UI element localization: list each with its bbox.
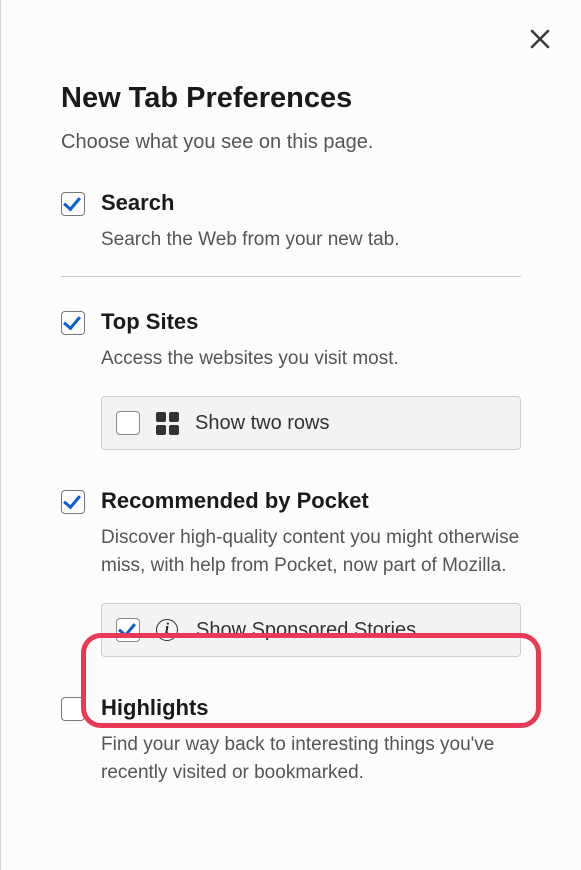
top-sites-rows-option[interactable]: Show two rows bbox=[101, 396, 521, 450]
info-icon[interactable]: i bbox=[156, 619, 178, 641]
preferences-panel: New Tab Preferences Choose what you see … bbox=[0, 0, 581, 870]
sponsored-stories-checkbox[interactable] bbox=[116, 618, 140, 642]
highlights-title: Highlights bbox=[101, 695, 521, 721]
grid-icon bbox=[156, 412, 179, 435]
top-sites-checkbox[interactable] bbox=[61, 311, 85, 335]
section-top-sites: Top Sites Access the websites you visit … bbox=[61, 301, 521, 451]
section-search: Search Search the Web from your new tab. bbox=[61, 182, 521, 254]
section-pocket: Recommended by Pocket Discover high-qual… bbox=[61, 480, 521, 657]
section-highlights: Highlights Find your way back to interes… bbox=[61, 687, 521, 786]
close-icon bbox=[529, 28, 551, 50]
close-button[interactable] bbox=[529, 28, 551, 50]
sponsored-stories-label: Show Sponsored Stories bbox=[196, 619, 416, 642]
pocket-title: Recommended by Pocket bbox=[101, 488, 521, 514]
highlights-checkbox[interactable] bbox=[61, 697, 85, 721]
sponsored-stories-option[interactable]: i Show Sponsored Stories bbox=[101, 603, 521, 657]
search-checkbox[interactable] bbox=[61, 192, 85, 216]
section-divider bbox=[61, 276, 521, 277]
top-sites-desc: Access the websites you visit most. bbox=[101, 345, 521, 373]
highlights-desc: Find your way back to interesting things… bbox=[101, 731, 521, 786]
page-title: New Tab Preferences bbox=[61, 0, 521, 115]
show-two-rows-label: Show two rows bbox=[195, 412, 330, 435]
top-sites-title: Top Sites bbox=[101, 309, 521, 335]
pocket-desc: Discover high-quality content you might … bbox=[101, 524, 521, 579]
show-two-rows-checkbox[interactable] bbox=[116, 411, 140, 435]
page-subtitle: Choose what you see on this page. bbox=[61, 131, 521, 154]
search-desc: Search the Web from your new tab. bbox=[101, 226, 521, 254]
search-title: Search bbox=[101, 190, 521, 216]
pocket-checkbox[interactable] bbox=[61, 490, 85, 514]
